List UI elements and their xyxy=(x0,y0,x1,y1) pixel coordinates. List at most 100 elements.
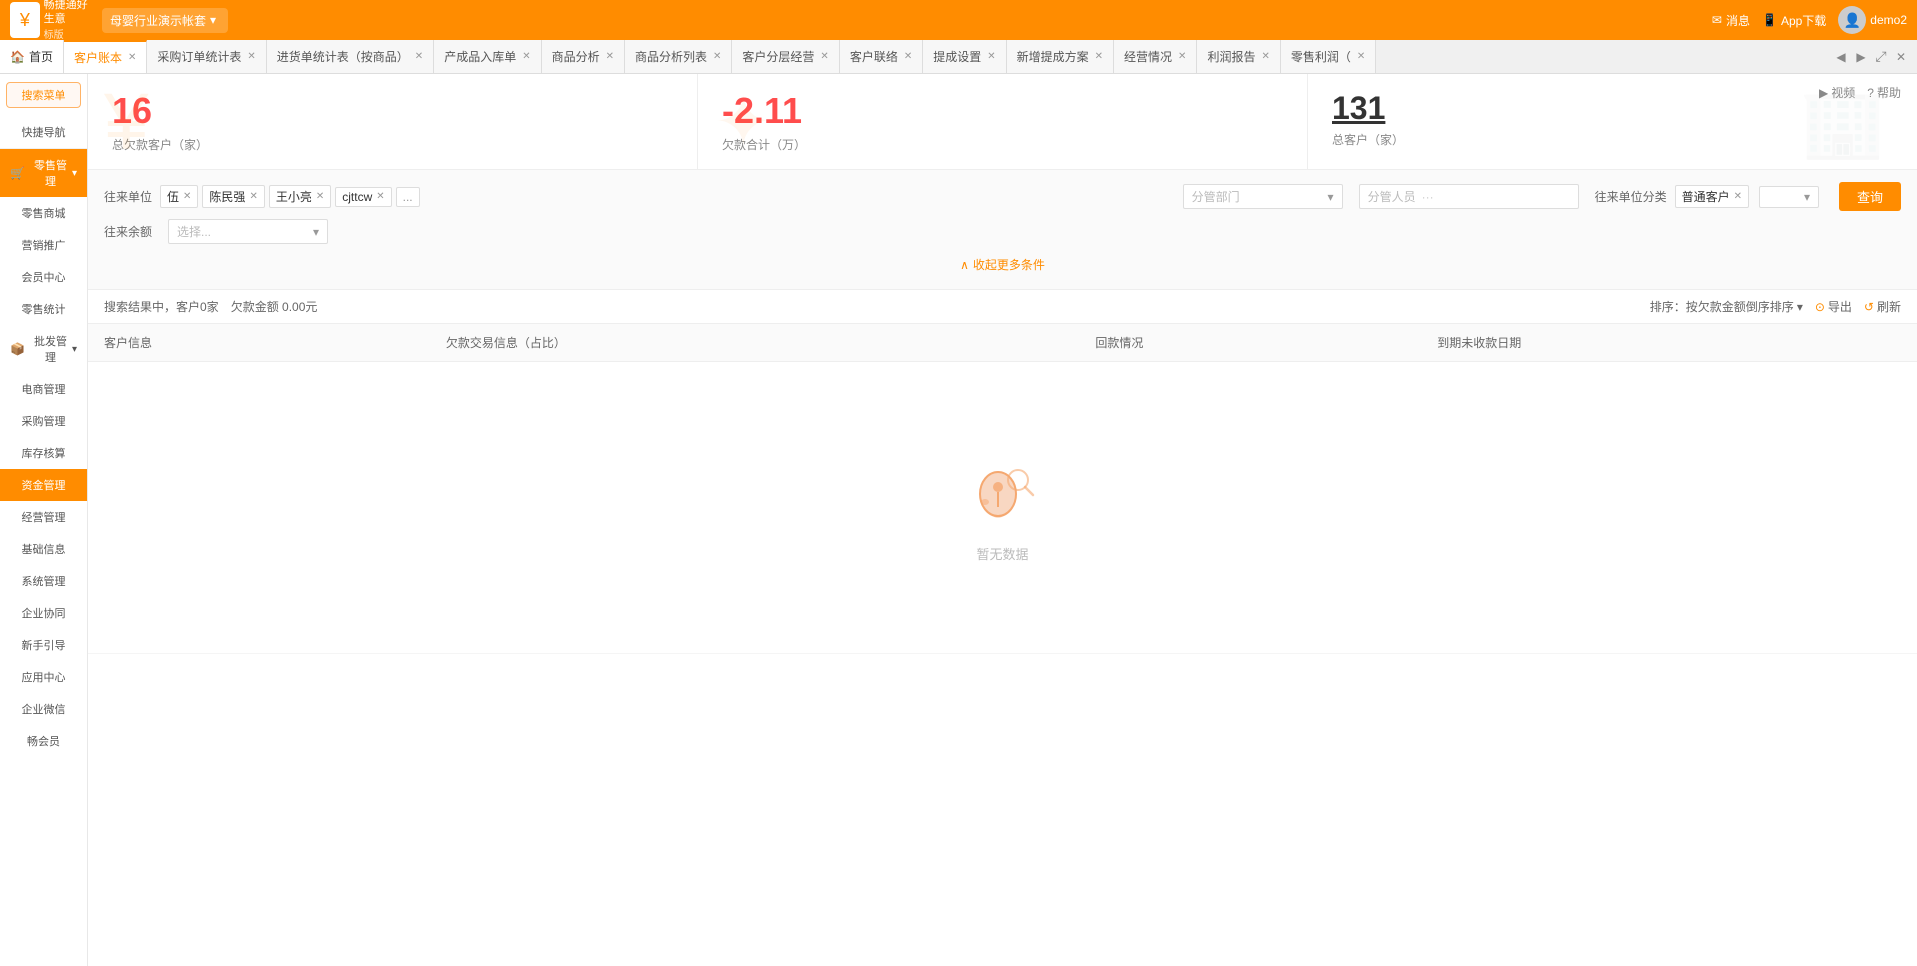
tab-purchase-stats[interactable]: 进货单统计表（按商品） ✕ xyxy=(267,40,434,74)
sidebar-item-retail-stats[interactable]: 零售统计 xyxy=(0,293,87,325)
sidebar-item-purchase[interactable]: 采购管理 xyxy=(0,405,87,437)
filter-more-tags-btn[interactable]: ... xyxy=(396,187,420,207)
sidebar-item-ecommerce[interactable]: 电商管理 xyxy=(0,373,87,405)
refresh-icon: ↺ xyxy=(1864,300,1874,314)
help-icon: ? xyxy=(1867,86,1874,100)
tag-close-cjttcw[interactable]: ✕ xyxy=(376,191,384,202)
sidebar-item-sys-mgmt[interactable]: 系统管理 xyxy=(0,565,87,597)
video-icon: ▶ xyxy=(1819,86,1828,100)
sidebar-item-wholesale-mgmt[interactable]: 📦 批发管理 ▾ xyxy=(0,325,87,373)
tab-left-arrow[interactable]: ◀ xyxy=(1831,47,1851,67)
tab-close-icon[interactable]: ✕ xyxy=(713,51,721,62)
filter-tag-wang[interactable]: 王小亮 ✕ xyxy=(269,185,331,208)
sidebar-item-retail-shop[interactable]: 零售商城 xyxy=(0,197,87,229)
messages-btn[interactable]: ✉ 消息 xyxy=(1712,12,1750,29)
tab-close-icon[interactable]: ✕ xyxy=(904,51,912,62)
app-download-btn[interactable]: 📱 App下载 xyxy=(1762,12,1826,29)
tab-expand-icon[interactable]: ⤢ xyxy=(1871,47,1891,67)
sidebar-search-area[interactable]: 搜索菜单 xyxy=(0,74,87,116)
query-btn[interactable]: 查询 xyxy=(1839,182,1901,211)
tab-close-icon[interactable]: ✕ xyxy=(247,51,255,62)
dept-select-arrow: ▾ xyxy=(1328,190,1334,204)
sidebar-item-enterprise-wechat[interactable]: 企业微信 xyxy=(0,693,87,725)
sidebar-item-basic-info[interactable]: 基础信息 xyxy=(0,533,87,565)
sidebar-item-quick-nav[interactable]: 快捷导航 xyxy=(0,116,87,148)
logo-text: 畅捷通好生意 xyxy=(44,0,98,26)
result-debt: 欠款金额 0.00元 xyxy=(231,298,318,315)
help-link[interactable]: ? 帮助 xyxy=(1867,84,1901,101)
tab-accounts-payable[interactable]: 客户账本 ✕ xyxy=(64,40,147,74)
tab-close-icon[interactable]: ✕ xyxy=(1095,51,1103,62)
filter-tag-cjttcw[interactable]: cjttcw ✕ xyxy=(335,187,391,207)
user-avatar[interactable]: 👤 demo2 xyxy=(1838,6,1907,34)
result-summary: 搜索结果中，客户0家 xyxy=(104,298,219,315)
collapse-area: ∧ 收起更多条件 xyxy=(104,252,1901,277)
unit-category-tags: 普通客户 ✕ xyxy=(1675,185,1749,208)
tab-home[interactable]: 🏠 首页 xyxy=(0,40,64,74)
tab-bar: 🏠 首页 客户账本 ✕ 采购订单统计表 ✕ 进货单统计表（按商品） ✕ 产成品入… xyxy=(0,40,1917,74)
tab-new-improvement[interactable]: 新增提成方案 ✕ xyxy=(1007,40,1114,74)
collapse-btn[interactable]: ∧ 收起更多条件 xyxy=(960,256,1045,273)
content-area: ¥ 16 总欠款客户（家） ✦ -2.11 欠款合计（万） 🏢 131 总客户（… xyxy=(88,74,1917,966)
category-tag-close[interactable]: ✕ xyxy=(1734,191,1742,202)
sidebar-item-retail-mgmt[interactable]: 🛒 零售管理 ▾ xyxy=(0,149,87,197)
stat-total-customers: ¥ 16 总欠款客户（家） xyxy=(88,74,697,169)
sidebar-item-pro-member[interactable]: 畅会员 xyxy=(0,725,87,757)
tab-close-icon[interactable]: ✕ xyxy=(1178,51,1186,62)
tab-retail-profit[interactable]: 零售利润（ ✕ xyxy=(1281,40,1376,74)
category-dropdown[interactable]: ▾ xyxy=(1759,186,1819,208)
tab-product-analysis-list[interactable]: 商品分析列表 ✕ xyxy=(625,40,732,74)
data-table: 客户信息 欠款交易信息（占比） 回款情况 到期未收款日期 xyxy=(88,324,1917,654)
tab-improvement-settings[interactable]: 提成设置 ✕ xyxy=(923,40,1006,74)
tab-close-icon[interactable]: ✕ xyxy=(987,51,995,62)
tab-close-icon[interactable]: ✕ xyxy=(1357,51,1365,62)
tab-close-icon[interactable]: ✕ xyxy=(820,51,828,62)
tab-close-icon[interactable]: ✕ xyxy=(415,51,423,62)
unit-label: 往来单位 xyxy=(104,188,152,205)
sidebar-item-app-center[interactable]: 应用中心 xyxy=(0,661,87,693)
tab-product-entry[interactable]: 产成品入库单 ✕ xyxy=(434,40,541,74)
sidebar-item-new-guide[interactable]: 新手引导 xyxy=(0,629,87,661)
tag-close-wu[interactable]: ✕ xyxy=(183,191,191,202)
tab-close-icon[interactable]: ✕ xyxy=(522,51,530,62)
sort-select[interactable]: 排序：按欠款金额倒序排序 ▾ xyxy=(1650,298,1803,315)
refresh-btn[interactable]: ↺ 刷新 xyxy=(1864,298,1901,315)
tab-customer-contact[interactable]: 客户联络 ✕ xyxy=(840,40,923,74)
stat-bg-icon-customers: ¥ xyxy=(104,76,149,168)
tab-close-icon[interactable]: ✕ xyxy=(128,52,136,63)
empty-text: 暂无数据 xyxy=(976,544,1028,563)
tab-operations[interactable]: 经营情况 ✕ xyxy=(1114,40,1197,74)
sidebar-item-inventory[interactable]: 库存核算 xyxy=(0,437,87,469)
sidebar-item-operations[interactable]: 经营管理 xyxy=(0,501,87,533)
balance-select[interactable]: 选择... ▾ xyxy=(168,219,328,244)
account-selector[interactable]: 母婴行业演示帐套 ▾ xyxy=(102,8,228,33)
filter-tag-wu[interactable]: 伍 ✕ xyxy=(160,185,198,208)
tab-profit-report[interactable]: 利润报告 ✕ xyxy=(1197,40,1280,74)
filter-tag-chen[interactable]: 陈民强 ✕ xyxy=(202,185,264,208)
col-customer-info: 客户信息 xyxy=(88,324,430,362)
filter-area: 往来单位 伍 ✕ 陈民强 ✕ 王小亮 ✕ xyxy=(88,170,1917,290)
tab-customer-segment[interactable]: 客户分层经营 ✕ xyxy=(732,40,839,74)
sidebar-item-finance[interactable]: 资金管理 xyxy=(0,469,87,501)
dept-select[interactable]: 分管部门 ▾ xyxy=(1183,184,1343,209)
tab-purchase-orders[interactable]: 采购订单统计表 ✕ xyxy=(147,40,266,74)
tab-product-analysis[interactable]: 商品分析 ✕ xyxy=(542,40,625,74)
tab-right-arrow[interactable]: ▶ xyxy=(1851,47,1871,67)
tab-close-icon[interactable]: ✕ xyxy=(1261,51,1269,62)
filter-row-2: 往来余额 选择... ▾ xyxy=(104,219,1901,244)
person-select[interactable]: 分管人员 ··· xyxy=(1359,184,1579,209)
category-tag-normal[interactable]: 普通客户 ✕ xyxy=(1675,185,1749,208)
tab-close-all-icon[interactable]: ✕ xyxy=(1891,47,1911,67)
sidebar-item-enterprise-coop[interactable]: 企业协同 xyxy=(0,597,87,629)
video-link[interactable]: ▶ 视频 xyxy=(1819,84,1855,101)
sidebar-item-marketing[interactable]: 营销推广 xyxy=(0,229,87,261)
tab-close-icon[interactable]: ✕ xyxy=(606,51,614,62)
sidebar: 搜索菜单 快捷导航 🛒 零售管理 ▾ 零售商城 营销推广 会员中心 零 xyxy=(0,74,88,966)
export-btn[interactable]: ⊙ 导出 xyxy=(1815,298,1852,315)
filter-row-1: 往来单位 伍 ✕ 陈民强 ✕ 王小亮 ✕ xyxy=(104,182,1901,211)
category-dropdown-arrow: ▾ xyxy=(1804,190,1810,204)
sidebar-item-member-center[interactable]: 会员中心 xyxy=(0,261,87,293)
tag-close-chen[interactable]: ✕ xyxy=(249,191,257,202)
search-menu-btn[interactable]: 搜索菜单 xyxy=(6,82,81,108)
tag-close-wang[interactable]: ✕ xyxy=(316,191,324,202)
